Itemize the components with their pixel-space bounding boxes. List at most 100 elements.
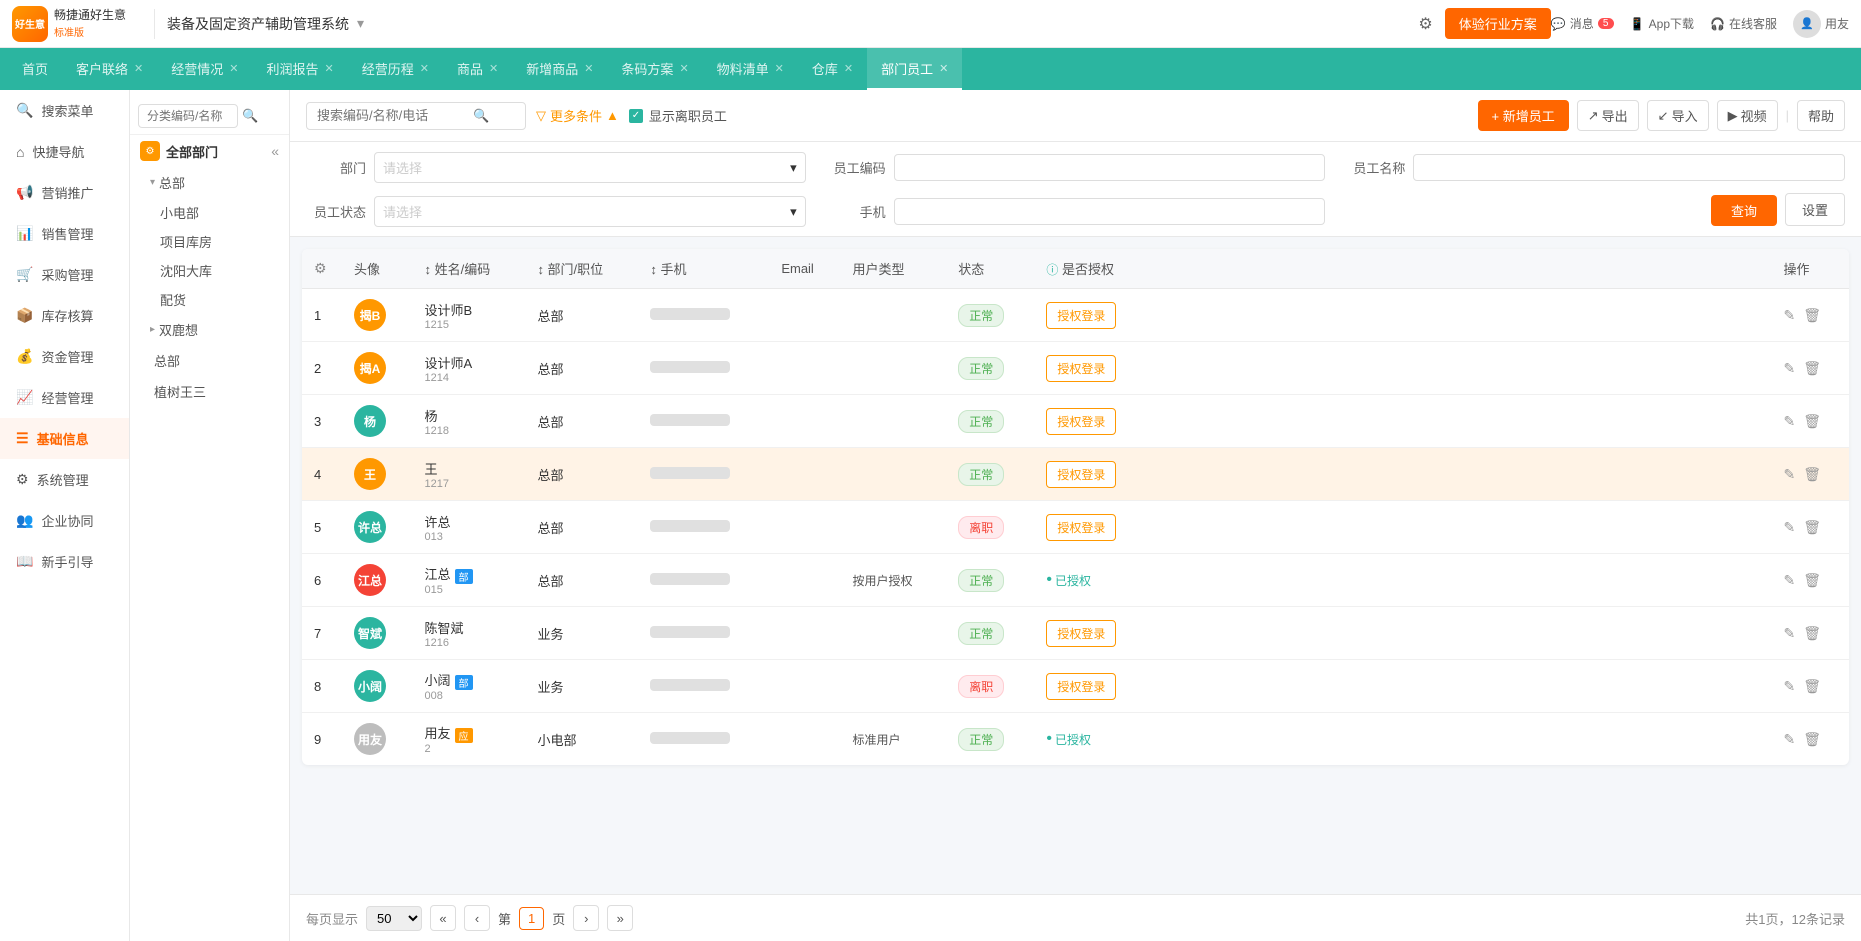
edit-icon[interactable]: ✎ bbox=[1784, 307, 1796, 324]
delete-icon[interactable]: 🗑 bbox=[1803, 413, 1821, 430]
delete-icon[interactable]: 🗑 bbox=[1803, 307, 1821, 324]
add-employee-button[interactable]: + 新增员工 bbox=[1478, 100, 1569, 131]
auth-button[interactable]: 授权登录 bbox=[1046, 302, 1116, 329]
collapse-icon[interactable]: « bbox=[271, 143, 279, 159]
auth-button[interactable]: 授权登录 bbox=[1046, 408, 1116, 435]
edit-icon[interactable]: ✎ bbox=[1784, 413, 1796, 430]
close-icon[interactable]: ✕ bbox=[489, 62, 498, 75]
sidebar-item-purchase[interactable]: 🛒 采购管理 bbox=[0, 254, 129, 295]
first-page-button[interactable]: « bbox=[430, 905, 456, 931]
auth-button[interactable]: 授权登录 bbox=[1046, 620, 1116, 647]
close-icon[interactable]: ✕ bbox=[679, 62, 688, 75]
delete-icon[interactable]: 🗑 bbox=[1803, 678, 1821, 695]
edit-icon[interactable]: ✎ bbox=[1784, 360, 1796, 377]
auth-button[interactable]: 授权登录 bbox=[1046, 514, 1116, 541]
last-page-button[interactable]: » bbox=[607, 905, 633, 931]
delete-icon[interactable]: 🗑 bbox=[1803, 731, 1821, 748]
close-icon[interactable]: ✕ bbox=[134, 62, 143, 75]
dept-sub-peihuo[interactable]: 配货 bbox=[130, 285, 289, 314]
close-icon[interactable]: ✕ bbox=[775, 62, 784, 75]
query-button[interactable]: 查询 bbox=[1711, 195, 1777, 226]
search-input-wrapper[interactable]: 🔍 bbox=[306, 102, 526, 130]
view-button[interactable]: ▶ 视频 bbox=[1717, 100, 1778, 131]
sidebar-item-basic[interactable]: ☰ 基础信息 bbox=[0, 418, 129, 459]
dept-item-zongbu-toggle[interactable]: ▾ 总部 bbox=[130, 167, 289, 198]
auth-button[interactable]: 授权登录 bbox=[1046, 355, 1116, 382]
close-icon[interactable]: ✕ bbox=[229, 62, 238, 75]
settings-button[interactable]: 设置 bbox=[1785, 193, 1845, 226]
nav-tab-barcode[interactable]: 条码方案 ✕ bbox=[607, 48, 702, 90]
next-page-button[interactable]: › bbox=[573, 905, 599, 931]
dept-search-input[interactable] bbox=[138, 104, 238, 128]
sys-title-dropdown-icon[interactable]: ▾ bbox=[357, 15, 364, 32]
show-departed-toggle[interactable]: ✓ 显示离职员工 bbox=[629, 106, 727, 125]
col-name[interactable]: ↕ 姓名/编码 bbox=[412, 249, 525, 289]
search-icon[interactable]: 🔍 bbox=[473, 108, 489, 124]
delete-icon[interactable]: 🗑 bbox=[1803, 625, 1821, 642]
dept-item-zongbu2[interactable]: 总部 bbox=[130, 345, 289, 376]
close-icon[interactable]: ✕ bbox=[325, 62, 334, 75]
sidebar-item-marketing[interactable]: 📢 营销推广 bbox=[0, 172, 129, 213]
user-avatar[interactable]: 👤 用友 bbox=[1793, 10, 1849, 38]
status-select[interactable]: 请选择 ▾ bbox=[374, 196, 806, 227]
nav-tab-warehouse[interactable]: 仓库 ✕ bbox=[798, 48, 867, 90]
edit-icon[interactable]: ✎ bbox=[1784, 572, 1796, 589]
nav-tab-operations[interactable]: 经营情况 ✕ bbox=[157, 48, 252, 90]
dept-sub-shenyang[interactable]: 沈阳大库 bbox=[130, 256, 289, 285]
delete-icon[interactable]: 🗑 bbox=[1803, 466, 1821, 483]
dept-select[interactable]: 请选择 ▾ bbox=[374, 152, 806, 183]
col-dept[interactable]: ↕ 部门/职位 bbox=[525, 249, 638, 289]
col-phone[interactable]: ↕ 手机 bbox=[638, 249, 769, 289]
dept-sub-xiaodibu[interactable]: 小电部 bbox=[130, 198, 289, 227]
delete-icon[interactable]: 🗑 bbox=[1803, 360, 1821, 377]
close-icon[interactable]: ✕ bbox=[584, 62, 593, 75]
nav-tab-customers[interactable]: 客户联络 ✕ bbox=[62, 48, 157, 90]
edit-icon[interactable]: ✎ bbox=[1784, 625, 1796, 642]
sidebar-item-collab[interactable]: 👥 企业协同 bbox=[0, 500, 129, 541]
help-button[interactable]: 帮助 bbox=[1797, 100, 1845, 131]
app-download-button[interactable]: 📱 App下载 bbox=[1630, 15, 1694, 32]
more-filter-button[interactable]: ▽ 更多条件 ▲ bbox=[536, 106, 619, 125]
nav-tab-add-goods[interactable]: 新增商品 ✕ bbox=[512, 48, 607, 90]
dept-sub-project[interactable]: 项目库房 bbox=[130, 227, 289, 256]
delete-icon[interactable]: 🗑 bbox=[1803, 572, 1821, 589]
phone-input[interactable] bbox=[894, 198, 1326, 225]
edit-icon[interactable]: ✎ bbox=[1784, 519, 1796, 536]
nav-tab-home[interactable]: 首页 bbox=[8, 48, 62, 90]
nav-tab-profit[interactable]: 利润报告 ✕ bbox=[252, 48, 347, 90]
empname-input[interactable] bbox=[1413, 154, 1845, 181]
empcode-input[interactable] bbox=[894, 154, 1326, 181]
auth-button[interactable]: 授权登录 bbox=[1046, 461, 1116, 488]
close-icon[interactable]: ✕ bbox=[939, 62, 948, 75]
sidebar-item-quicknav[interactable]: ⌂ 快捷导航 bbox=[0, 131, 129, 172]
trial-button[interactable]: 体验行业方案 bbox=[1445, 8, 1551, 39]
search-input[interactable] bbox=[317, 108, 467, 123]
close-icon[interactable]: ✕ bbox=[844, 62, 853, 75]
edit-icon[interactable]: ✎ bbox=[1784, 678, 1796, 695]
dept-item-zhishu[interactable]: 植树王三 bbox=[130, 376, 289, 407]
close-icon[interactable]: ✕ bbox=[420, 62, 429, 75]
nav-tab-employees[interactable]: 部门员工 ✕ bbox=[867, 48, 962, 90]
prev-page-button[interactable]: ‹ bbox=[464, 905, 490, 931]
edit-icon[interactable]: ✎ bbox=[1784, 731, 1796, 748]
settings-icon[interactable]: ⚙ bbox=[1418, 14, 1432, 34]
edit-icon[interactable]: ✎ bbox=[1784, 466, 1796, 483]
per-page-select[interactable]: 50 100 200 bbox=[366, 906, 422, 931]
sidebar-item-guide[interactable]: 📖 新手引导 bbox=[0, 541, 129, 582]
import-button[interactable]: ↙ 导入 bbox=[1647, 100, 1709, 131]
sidebar-item-search[interactable]: 🔍 搜索菜单 bbox=[0, 90, 129, 131]
sidebar-item-sales[interactable]: 📊 销售管理 bbox=[0, 213, 129, 254]
online-service-button[interactable]: 🎧 在线客服 bbox=[1710, 15, 1777, 32]
sidebar-item-inventory[interactable]: 📦 库存核算 bbox=[0, 295, 129, 336]
dept-item-shuanglusiang[interactable]: ▸ 双鹿想 bbox=[130, 314, 289, 345]
export-button[interactable]: ↗ 导出 bbox=[1577, 100, 1639, 131]
nav-tab-history[interactable]: 经营历程 ✕ bbox=[348, 48, 443, 90]
delete-icon[interactable]: 🗑 bbox=[1803, 519, 1821, 536]
show-departed-checkbox[interactable]: ✓ bbox=[629, 109, 643, 123]
sidebar-item-system[interactable]: ⚙ 系统管理 bbox=[0, 459, 129, 500]
nav-tab-goods[interactable]: 商品 ✕ bbox=[443, 48, 512, 90]
col-settings[interactable]: ⚙ bbox=[302, 249, 342, 289]
sidebar-item-operations[interactable]: 📈 经营管理 bbox=[0, 377, 129, 418]
nav-tab-bom[interactable]: 物料清单 ✕ bbox=[703, 48, 798, 90]
sidebar-item-finance[interactable]: 💰 资金管理 bbox=[0, 336, 129, 377]
